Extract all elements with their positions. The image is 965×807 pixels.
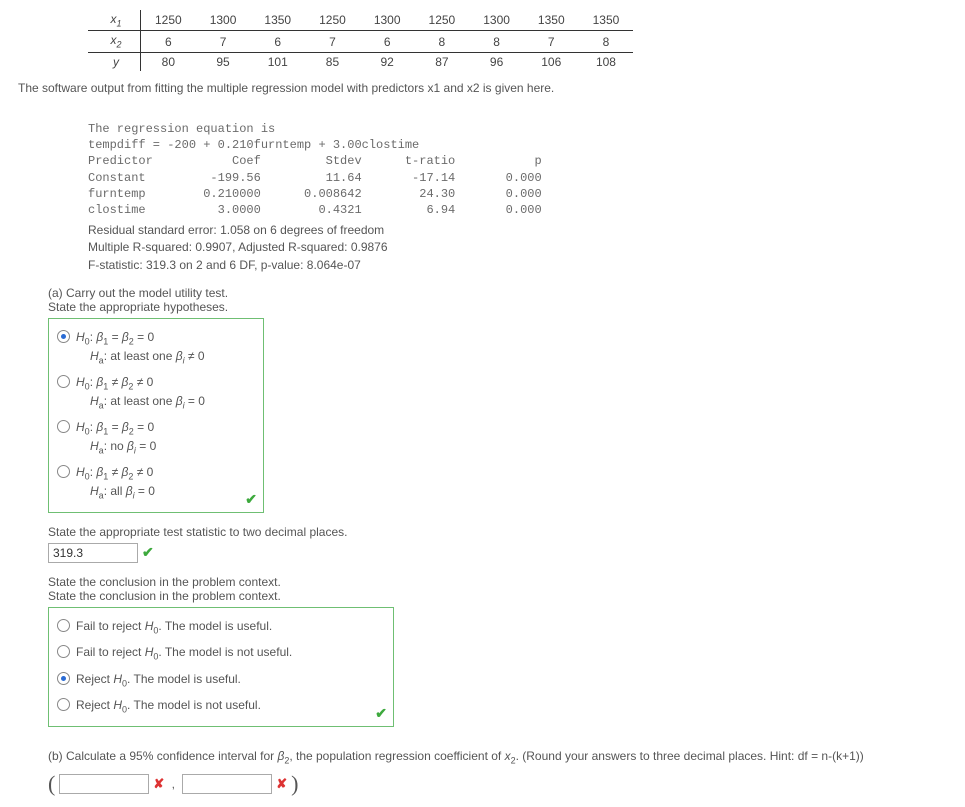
hypotheses-prompt: State the appropriate hypotheses. [48,300,947,314]
radio-icon[interactable] [57,330,70,343]
x-icon: ✘ [276,776,287,792]
residual-stats: Residual standard error: 1.058 on 6 degr… [88,222,947,274]
check-icon: ✔ [375,705,387,722]
regression-output: The regression equation is tempdiff = -2… [88,105,947,218]
row-label: x2 [88,31,141,52]
hypothesis-option[interactable]: H0: β1 = β2 = 0 Ha: at least one βi ≠ 0 [55,325,255,370]
intro-text: The software output from fitting the mul… [18,81,947,95]
row-label: y [88,52,141,71]
data-table: x1 125013001350125013001250130013501350 … [88,10,633,71]
paren-icon: ) [291,771,298,797]
check-icon: ✔ [245,491,257,508]
radio-icon[interactable] [57,465,70,478]
test-stat-input[interactable] [48,543,138,563]
conclusion-prompt: State the conclusion in the problem cont… [48,575,947,589]
hypothesis-option[interactable]: H0: β1 ≠ β2 ≠ 0 Ha: all βi = 0 [55,460,255,505]
conclusion-options: Fail to reject H0. The model is useful. … [48,607,394,727]
ci-upper-input[interactable] [182,774,272,794]
radio-icon[interactable] [57,645,70,658]
part-b-prompt: (b) Calculate a 95% confidence interval … [48,749,947,765]
ci-lower-input[interactable] [59,774,149,794]
radio-icon[interactable] [57,698,70,711]
hypothesis-option[interactable]: H0: β1 ≠ β2 ≠ 0 Ha: at least one βi = 0 [55,370,255,415]
test-stat-prompt: State the appropriate test statistic to … [48,525,947,539]
conclusion-option[interactable]: Reject H0. The model is not useful. [55,693,385,720]
paren-icon: ( [48,771,55,797]
radio-icon[interactable] [57,619,70,632]
conclusion-option[interactable]: Reject H0. The model is useful. [55,667,385,694]
part-a-prompt: (a) Carry out the model utility test. [48,286,947,300]
conclusion-option[interactable]: Fail to reject H0. The model is not usef… [55,640,385,667]
hypothesis-option[interactable]: H0: β1 = β2 = 0 Ha: no βi = 0 [55,415,255,460]
conclusion-option[interactable]: Fail to reject H0. The model is useful. [55,614,385,641]
row-label: x1 [88,10,141,31]
radio-icon[interactable] [57,672,70,685]
radio-icon[interactable] [57,375,70,388]
check-icon: ✔ [142,544,154,561]
hypotheses-options: H0: β1 = β2 = 0 Ha: at least one βi ≠ 0 … [48,318,264,512]
conclusion-prompt: State the conclusion in the problem cont… [48,589,947,603]
x-icon: ✘ [153,776,164,792]
radio-icon[interactable] [57,420,70,433]
